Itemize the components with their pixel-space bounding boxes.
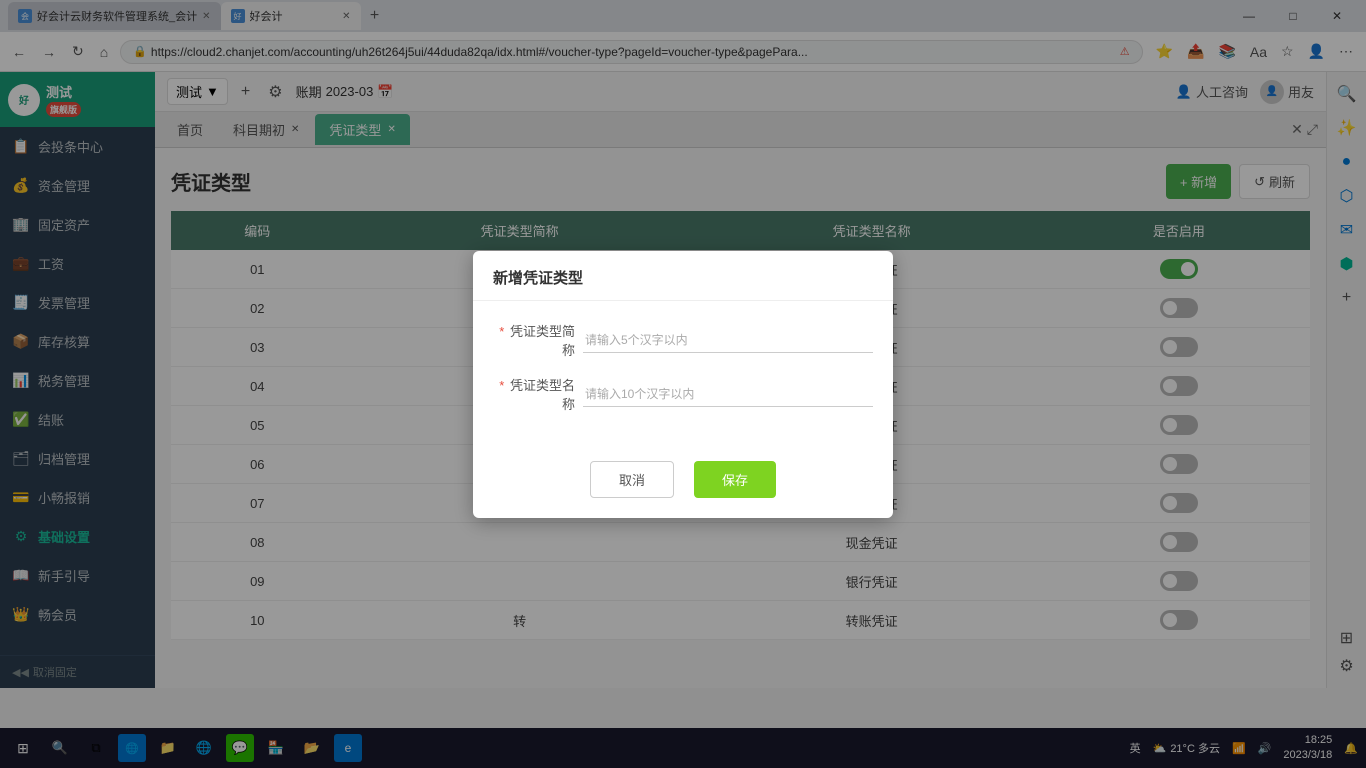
short-name-input[interactable] [583,327,873,353]
modal-footer: 取消 保存 [473,449,893,518]
modal-body: * 凭证类型简称 * 凭证类型名称 [473,301,893,449]
full-name-input[interactable] [583,381,873,407]
cancel-button[interactable]: 取消 [590,461,674,498]
form-row-short: * 凭证类型简称 [493,321,873,359]
modal-overlay[interactable]: 新增凭证类型 * 凭证类型简称 * 凭证类型名称 取消 保存 [0,0,1366,768]
save-button[interactable]: 保存 [694,461,776,498]
add-voucher-type-modal: 新增凭证类型 * 凭证类型简称 * 凭证类型名称 取消 保存 [473,251,893,518]
modal-title: 新增凭证类型 [493,270,583,287]
required-mark-short: * [499,324,504,339]
form-row-full: * 凭证类型名称 [493,375,873,413]
label-short-text: 凭证类型简称 [510,324,575,358]
form-label-short: * 凭证类型简称 [493,321,583,359]
form-label-full: * 凭证类型名称 [493,375,583,413]
modal-header: 新增凭证类型 [473,251,893,301]
required-mark-full: * [499,378,504,393]
label-full-text: 凭证类型名称 [510,378,575,412]
